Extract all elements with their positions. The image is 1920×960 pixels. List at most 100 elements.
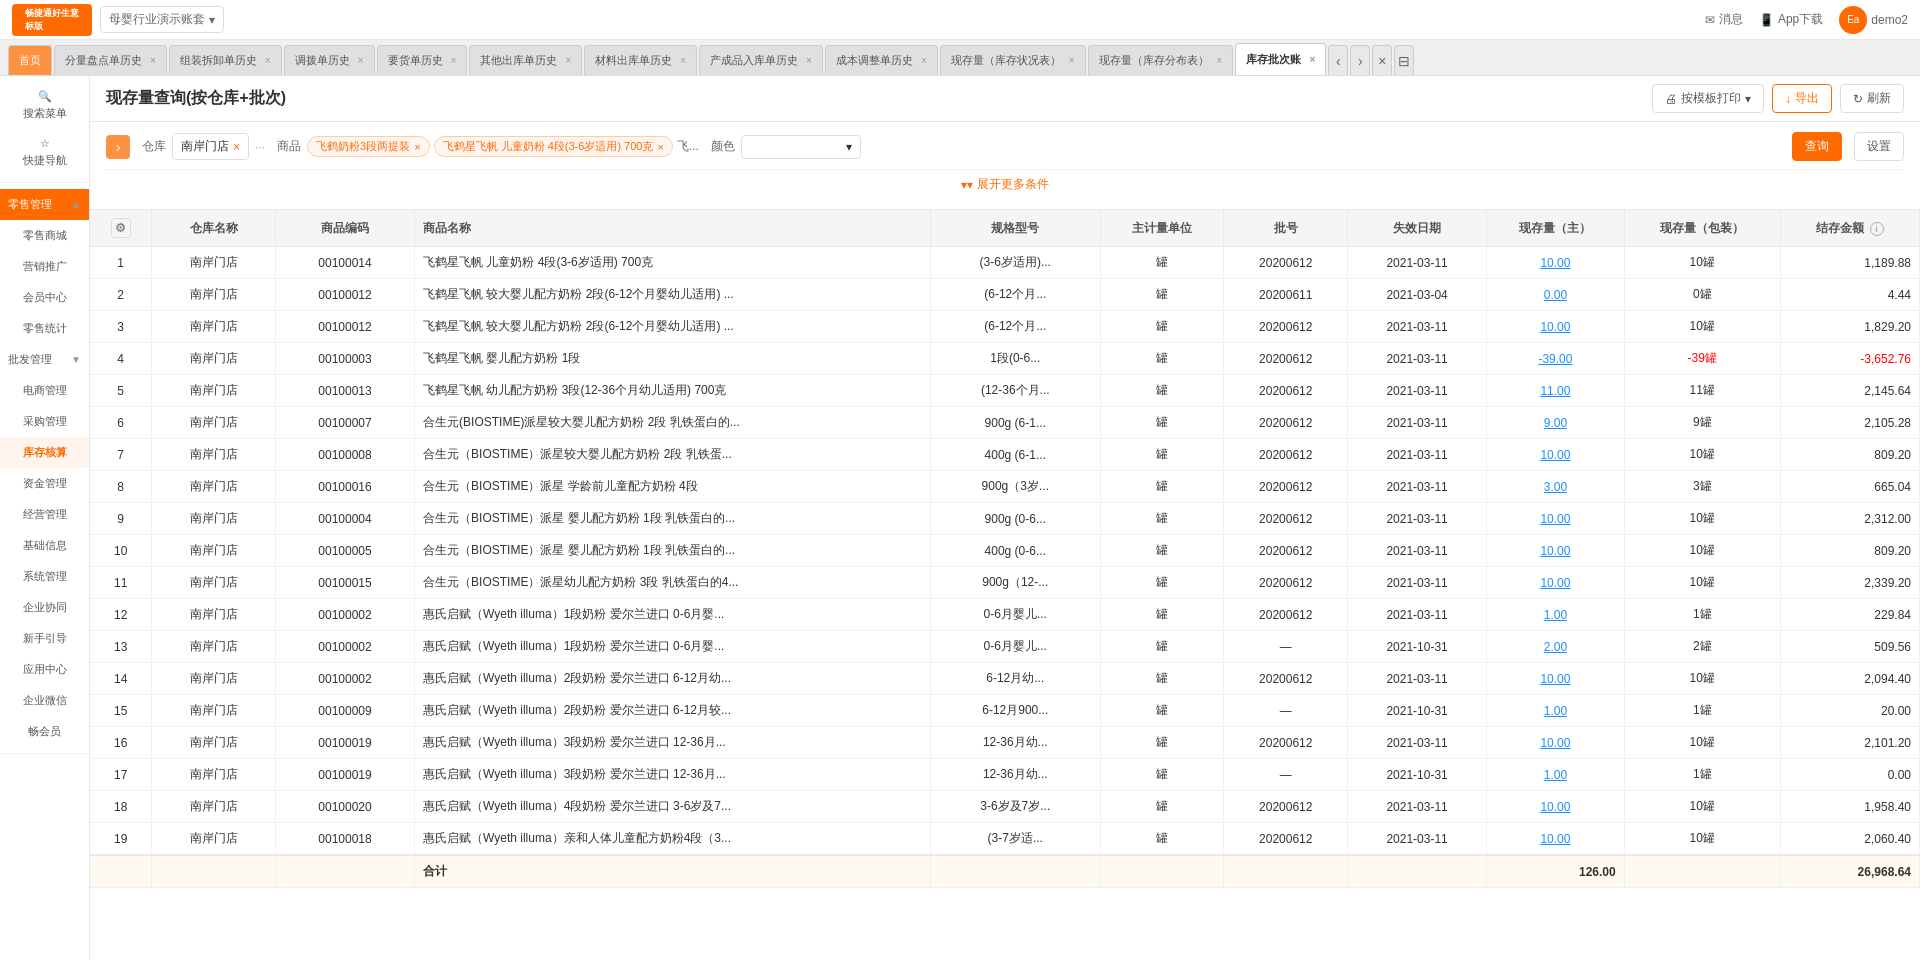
sidebar-item-finance[interactable]: 资金管理 (0, 468, 89, 499)
tab-chengben-label: 成本调整单历史 (836, 53, 913, 68)
row-amount: 2,105.28 (1780, 407, 1919, 439)
goods-tag-2[interactable]: 飞鹤星飞帆 儿童奶粉 4段(3-6岁适用) 700克 × (434, 136, 673, 157)
sidebar-quick-nav[interactable]: ☆ 快捷导航 (0, 129, 89, 176)
tab-home[interactable]: 首页 (8, 45, 52, 75)
user-menu[interactable]: Ea demo2 (1839, 6, 1908, 34)
tab-qita-close[interactable]: × (565, 55, 571, 66)
row-expiry: 2021-03-11 (1348, 823, 1487, 856)
message-btn[interactable]: ✉ 消息 (1705, 11, 1743, 28)
row-qty[interactable]: 0.00 (1487, 279, 1625, 311)
tab-xianzai2-close[interactable]: × (1217, 55, 1223, 66)
sidebar-item-batch[interactable]: 批发管理 ▼ (0, 344, 89, 375)
sidebar-item-retail-stat[interactable]: 零售统计 (0, 313, 89, 344)
row-code: 00100015 (275, 567, 414, 599)
row-qty[interactable]: 10.00 (1487, 503, 1625, 535)
sidebar-item-purchase[interactable]: 采购管理 (0, 406, 89, 437)
sidebar-item-member2[interactable]: 畅会员 (0, 716, 89, 747)
query-btn[interactable]: 查询 (1792, 132, 1842, 161)
tab-next-btn[interactable]: › (1350, 45, 1370, 75)
row-seq: 12 (90, 599, 152, 631)
tab-chengpin[interactable]: 产成品入库单历史 × (699, 45, 823, 75)
row-qty[interactable]: 1.00 (1487, 599, 1625, 631)
tab-chengben-close[interactable]: × (921, 55, 927, 66)
sidebar-item-marketing[interactable]: 营销推广 (0, 251, 89, 282)
row-qty[interactable]: 10.00 (1487, 247, 1625, 279)
row-qty[interactable]: 3.00 (1487, 471, 1625, 503)
sidebar-item-member[interactable]: 会员中心 (0, 282, 89, 313)
row-qty[interactable]: 10.00 (1487, 727, 1625, 759)
goods-tag-1-close[interactable]: × (414, 141, 420, 153)
goods-tag-2-close[interactable]: × (657, 141, 663, 153)
row-qty[interactable]: 10.00 (1487, 823, 1625, 856)
row-qty[interactable]: -39.00 (1487, 343, 1625, 375)
sidebar-item-retail-shop[interactable]: 零售商城 (0, 220, 89, 251)
row-qty[interactable]: 11.00 (1487, 375, 1625, 407)
sidebar-item-ops[interactable]: 经营管理 (0, 499, 89, 530)
row-unit: 罐 (1100, 343, 1224, 375)
sidebar-item-corp[interactable]: 企业协同 (0, 592, 89, 623)
sidebar-batch-label: 批发管理 (8, 352, 52, 367)
tab-chengben[interactable]: 成本调整单历史 × (825, 45, 938, 75)
tab-menu-btn[interactable]: ⊟ (1394, 45, 1414, 75)
export-btn[interactable]: ↓ 导出 (1772, 84, 1832, 113)
row-name: 飞鹤星飞帆 婴儿配方奶粉 1段 (415, 343, 931, 375)
row-name: 合生元（BIOSTIME）派星 婴儿配方奶粉 1段 乳铁蛋白的... (415, 535, 931, 567)
row-qty[interactable]: 10.00 (1487, 439, 1625, 471)
row-qty[interactable]: 9.00 (1487, 407, 1625, 439)
tab-prev-btn[interactable]: ‹ (1328, 45, 1348, 75)
sidebar-item-sys[interactable]: 系统管理 (0, 561, 89, 592)
color-dropdown[interactable]: ▾ (741, 135, 861, 159)
amount-info-icon[interactable]: i (1870, 222, 1884, 236)
tab-xianzai1[interactable]: 现存量（库存状况表） × (940, 45, 1086, 75)
tab-yaohuo[interactable]: 要货单历史 × (377, 45, 468, 75)
tab-xianzai2[interactable]: 现存量（库存分布表） × (1088, 45, 1234, 75)
tab-xianzai1-close[interactable]: × (1069, 55, 1075, 66)
col-header-settings[interactable]: ⚙ (90, 210, 152, 247)
tab-zuchai-close[interactable]: × (265, 55, 271, 66)
sidebar-item-corpwechat[interactable]: 企业微信 (0, 685, 89, 716)
account-dropdown[interactable]: 母婴行业演示账套 ▾ (100, 6, 224, 33)
tab-yaohuo-close[interactable]: × (451, 55, 457, 66)
expand-conditions-btn[interactable]: ▾▾ 展开更多条件 (106, 169, 1904, 199)
row-qty[interactable]: 10.00 (1487, 311, 1625, 343)
tab-tiaopuo[interactable]: 调拨单历史 × (284, 45, 375, 75)
app-download-btn[interactable]: 📱 App下载 (1759, 11, 1823, 28)
row-qty[interactable]: 10.00 (1487, 663, 1625, 695)
sidebar-ops-label: 经营管理 (23, 507, 67, 522)
tab-chengpin-close[interactable]: × (806, 55, 812, 66)
tab-pici-close[interactable]: × (1309, 54, 1315, 65)
sidebar-item-ecommerce[interactable]: 电商管理 (0, 375, 89, 406)
warehouse-close-icon[interactable]: × (233, 140, 240, 154)
tab-cailiao[interactable]: 材料出库单历史 × (584, 45, 697, 75)
row-qty[interactable]: 10.00 (1487, 567, 1625, 599)
row-batch: 20200612 (1224, 471, 1348, 503)
filter-expand-side-btn[interactable]: › (106, 135, 130, 159)
sidebar-search-menu[interactable]: 🔍 搜索菜单 (0, 82, 89, 129)
goods-more[interactable]: 飞... (677, 138, 699, 155)
row-qty[interactable]: 1.00 (1487, 759, 1625, 791)
goods-tag-1[interactable]: 飞鹤奶粉3段两提装 × (307, 136, 430, 157)
sidebar-item-appcenter[interactable]: 应用中心 (0, 654, 89, 685)
tab-fenpan-close[interactable]: × (150, 55, 156, 66)
tab-close-all-btn[interactable]: × (1372, 45, 1392, 75)
sidebar-item-inventory[interactable]: 库存核算 (0, 437, 89, 468)
col-settings-icon[interactable]: ⚙ (111, 218, 131, 238)
row-qty[interactable]: 1.00 (1487, 695, 1625, 727)
row-batch: 20200612 (1224, 791, 1348, 823)
row-qty[interactable]: 2.00 (1487, 631, 1625, 663)
row-qty[interactable]: 10.00 (1487, 791, 1625, 823)
tab-zuchai[interactable]: 组装拆卸单历史 × (169, 45, 282, 75)
sidebar-item-retail[interactable]: 零售管理 ▲ (0, 189, 89, 220)
tab-fenpan[interactable]: 分量盘点单历史 × (54, 45, 167, 75)
tab-qita[interactable]: 其他出库单历史 × (469, 45, 582, 75)
tab-pici[interactable]: 库存批次账 × (1235, 43, 1326, 75)
settings-btn[interactable]: 设置 (1854, 132, 1904, 161)
row-qty[interactable]: 10.00 (1487, 535, 1625, 567)
refresh-btn[interactable]: ↻ 刷新 (1840, 84, 1904, 113)
print-btn[interactable]: 🖨 按模板打印 ▾ (1652, 84, 1764, 113)
warehouse-dropdown[interactable]: 南岸门店 × (172, 133, 249, 160)
tab-cailiao-close[interactable]: × (680, 55, 686, 66)
sidebar-item-basic[interactable]: 基础信息 (0, 530, 89, 561)
tab-tiaopuo-close[interactable]: × (358, 55, 364, 66)
sidebar-item-newguide[interactable]: 新手引导 (0, 623, 89, 654)
